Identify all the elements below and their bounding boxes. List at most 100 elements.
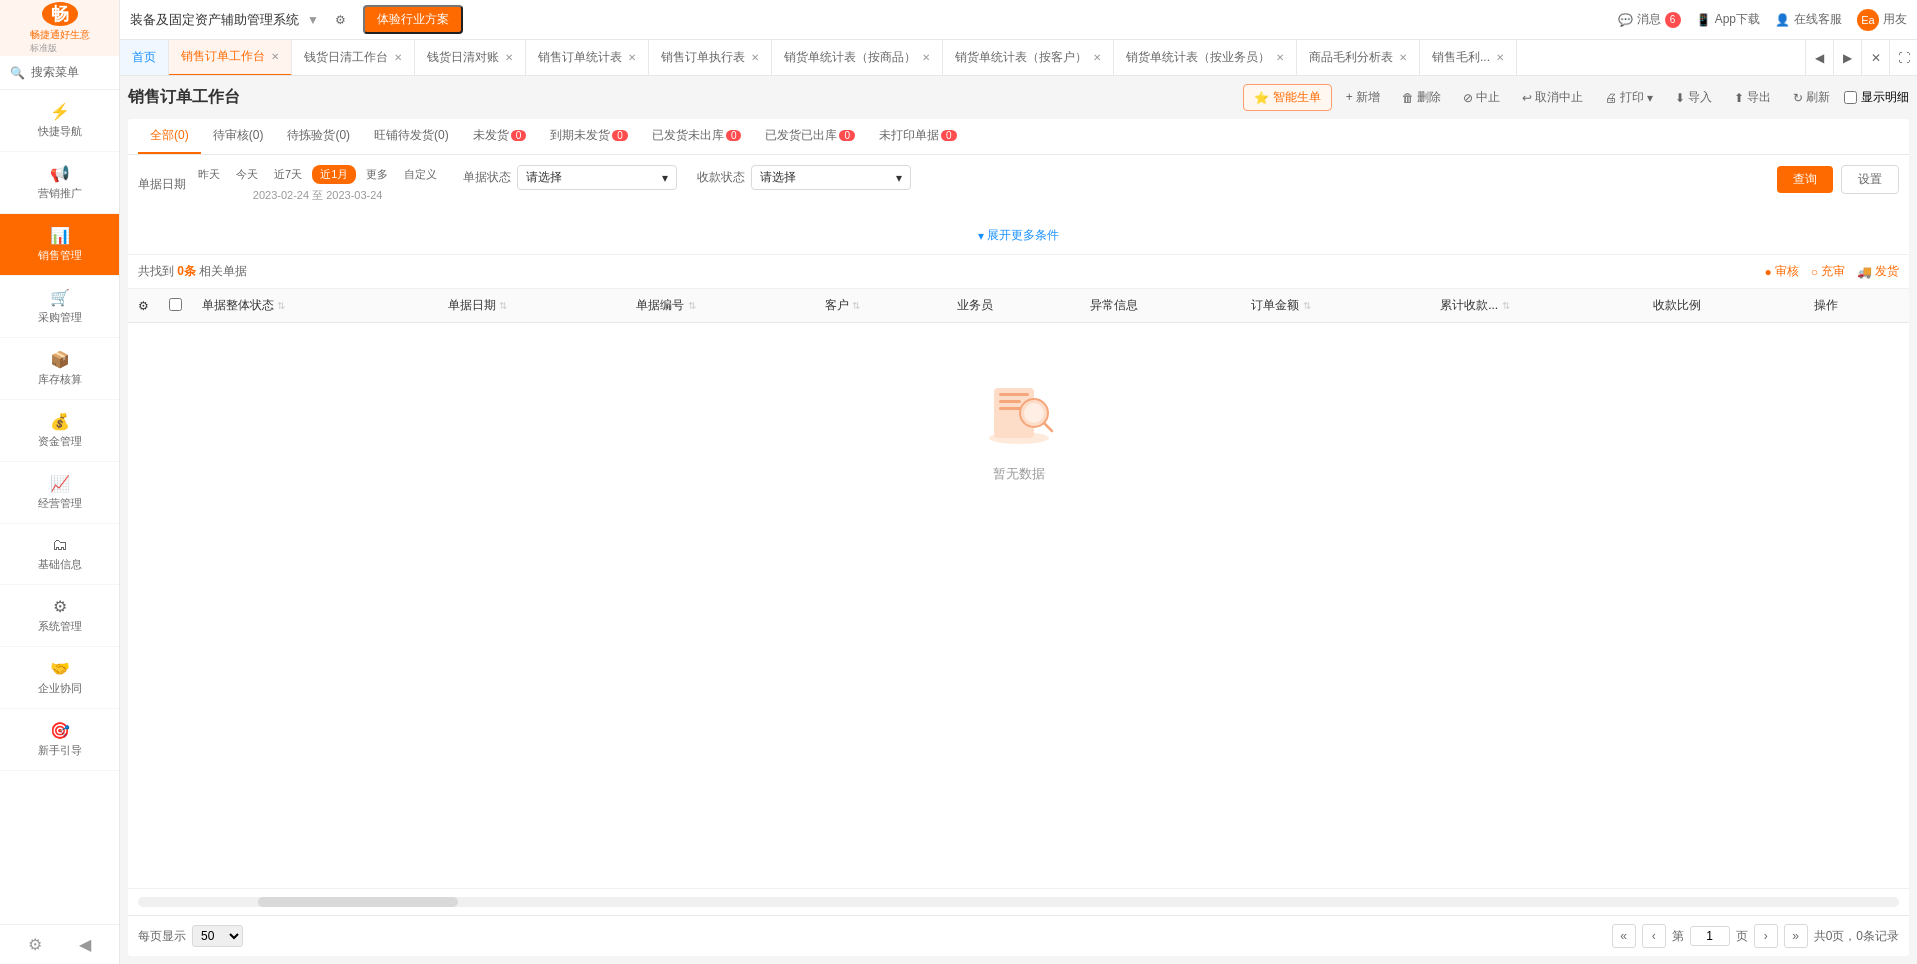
delete-btn[interactable]: 🗑 删除 [1394,85,1449,110]
sidebar-item-inventory[interactable]: 📦 库存核算 [0,338,119,400]
user-btn[interactable]: Ea 用友 [1857,9,1907,31]
tab-margin-analysis[interactable]: 商品毛利分析表 ✕ [1297,40,1420,76]
filter-tab-not-printed[interactable]: 未打印单据0 [867,119,969,154]
sort-customer-icon[interactable]: ⇅ [852,300,860,311]
date-btn-7days[interactable]: 近7天 [268,165,308,184]
topbar-settings-btn[interactable]: ⚙ [327,6,355,34]
sidebar-item-search[interactable]: 🔍 搜索菜单 [0,56,119,90]
tab-close-salesperson-stats[interactable]: ✕ [1276,52,1284,63]
status-select[interactable]: 请选择 ▾ [517,165,677,190]
sidebar-item-collaboration[interactable]: 🤝 企业协同 [0,647,119,709]
select-all-checkbox[interactable] [169,298,182,311]
tab-close-all-btn[interactable]: ✕ [1861,40,1889,76]
tab-close-customer-stats[interactable]: ✕ [1093,52,1101,63]
expand-icon: ▾ [978,229,984,243]
import-btn[interactable]: ⬇ 导入 [1667,85,1720,110]
print-btn[interactable]: 🖨 打印 ▾ [1597,85,1661,110]
tab-close-margin-analysis[interactable]: ✕ [1399,52,1407,63]
settings-btn[interactable]: 设置 [1841,165,1899,194]
tab-stats[interactable]: 销售订单统计表 ✕ [526,40,649,76]
tab-fullscreen-btn[interactable]: ⛶ [1889,40,1917,76]
app-download-btn[interactable]: 📱 App下载 [1696,11,1760,28]
sort-overall-status-icon[interactable]: ⇅ [277,300,285,311]
add-btn[interactable]: + 新增 [1338,85,1388,110]
tab-close-goods-stats[interactable]: ✕ [922,52,930,63]
guide-icon: 🎯 [50,721,70,740]
cancel-stop-btn[interactable]: ↩ 取消中止 [1514,85,1591,110]
tab-daily-clear[interactable]: 钱货日清工作台 ✕ [292,40,415,76]
filter-tab-unshipped[interactable]: 未发货0 [461,119,539,154]
show-detail-checkbox[interactable] [1844,91,1857,104]
import-icon: ⬇ [1675,91,1685,105]
sidebar-item-system[interactable]: ⚙ 系统管理 [0,585,119,647]
sidebar-item-marketing[interactable]: 📢 营销推广 [0,152,119,214]
tab-customer-stats[interactable]: 销货单统计表（按客户） ✕ [943,40,1114,76]
date-btn-today[interactable]: 今天 [230,165,264,184]
sidebar-item-sales[interactable]: 📊 销售管理 [0,214,119,276]
scroll-thumb[interactable] [258,897,458,907]
tab-salesperson-stats[interactable]: 销货单统计表（按业务员） ✕ [1114,40,1297,76]
page-input[interactable] [1690,926,1730,946]
date-btn-yesterday[interactable]: 昨天 [192,165,226,184]
sort-payment-icon[interactable]: ⇅ [1502,300,1510,311]
online-service-btn[interactable]: 👤 在线客服 [1775,11,1842,28]
next-page-btn[interactable]: › [1754,924,1778,948]
deliver-btn[interactable]: 🚚 发货 [1857,263,1899,280]
topbar-title: 装备及固定资产辅助管理系统 [130,11,299,29]
filter-tab-wangpu[interactable]: 旺铺待发货(0) [362,119,461,154]
date-btn-custom[interactable]: 自定义 [398,165,443,184]
review-btn[interactable]: ● 审核 [1765,263,1799,280]
payment-select[interactable]: 请选择 ▾ [751,165,911,190]
filter-tab-overdue[interactable]: 到期未发货0 [538,119,640,154]
query-btn[interactable]: 查询 [1777,166,1833,193]
sidebar-item-management[interactable]: 📈 经营管理 [0,462,119,524]
sidebar-item-purchase[interactable]: 🛒 采购管理 [0,276,119,338]
sidebar-collapse-btn[interactable]: ◀ [79,935,91,954]
page-size-select[interactable]: 50 100 200 [192,925,243,947]
sort-amount-icon[interactable]: ⇅ [1303,300,1311,311]
tab-close-daily-clear[interactable]: ✕ [394,52,402,63]
tab-sales-workbench[interactable]: 销售订单工作台 ✕ [169,40,292,76]
sidebar-item-finance[interactable]: 💰 资金管理 [0,400,119,462]
tab-next-btn[interactable]: ▶ [1833,40,1861,76]
tab-home[interactable]: 首页 [120,40,169,76]
filter-tab-pending-pick[interactable]: 待拣验货(0) [275,119,362,154]
prev-page-btn[interactable]: ‹ [1642,924,1666,948]
tab-prev-btn[interactable]: ◀ [1805,40,1833,76]
tab-close-sales-margin[interactable]: ✕ [1496,52,1504,63]
filter-tab-shipped-out[interactable]: 已发货已出库0 [753,119,867,154]
sidebar-settings-btn[interactable]: ⚙ [28,935,42,954]
tab-goods-stats[interactable]: 销货单统计表（按商品） ✕ [772,40,943,76]
sidebar-item-quicknav[interactable]: ⚡ 快捷导航 [0,90,119,152]
tab-close-execution[interactable]: ✕ [751,52,759,63]
tab-close-sales-workbench[interactable]: ✕ [271,51,279,62]
filter-tab-all[interactable]: 全部(0) [138,119,201,154]
sidebar-item-guide[interactable]: 🎯 新手引导 [0,709,119,771]
sort-number-icon[interactable]: ⇅ [688,300,696,311]
tab-close-stats[interactable]: ✕ [628,52,636,63]
settings-col-icon[interactable]: ⚙ [138,299,149,313]
unreview-btn[interactable]: ○ 充审 [1811,263,1845,280]
tab-sales-margin[interactable]: 销售毛利... ✕ [1420,40,1517,76]
date-btn-more[interactable]: 更多 [360,165,394,184]
sort-date-icon[interactable]: ⇅ [499,300,507,311]
topbar-dropdown-icon[interactable]: ▼ [307,13,319,27]
tab-close-reconcile[interactable]: ✕ [505,52,513,63]
date-btn-1month[interactable]: 近1月 [312,165,356,184]
filter-tab-pending-review[interactable]: 待审核(0) [201,119,276,154]
last-page-btn[interactable]: » [1784,924,1808,948]
sidebar-item-baseinfo[interactable]: 🗂 基础信息 [0,524,119,585]
tab-execution[interactable]: 销售订单执行表 ✕ [649,40,772,76]
filter-tab-shipped-not-out[interactable]: 已发货未出库0 [640,119,754,154]
tab-reconcile[interactable]: 钱货日清对账 ✕ [415,40,526,76]
expand-btn[interactable]: ▾ 展开更多条件 [978,227,1059,244]
message-btn[interactable]: 💬 消息 6 [1618,11,1681,28]
stop-btn[interactable]: ⊘ 中止 [1455,85,1508,110]
industry-btn[interactable]: 体验行业方案 [363,5,463,34]
show-detail-toggle[interactable]: 显示明细 [1844,89,1909,106]
first-page-btn[interactable]: « [1612,924,1636,948]
smart-gen-btn[interactable]: ⭐ 智能生单 [1243,84,1332,111]
refresh-btn[interactable]: ↻ 刷新 [1785,85,1838,110]
user-label: 用友 [1883,11,1907,28]
export-btn[interactable]: ⬆ 导出 [1726,85,1779,110]
